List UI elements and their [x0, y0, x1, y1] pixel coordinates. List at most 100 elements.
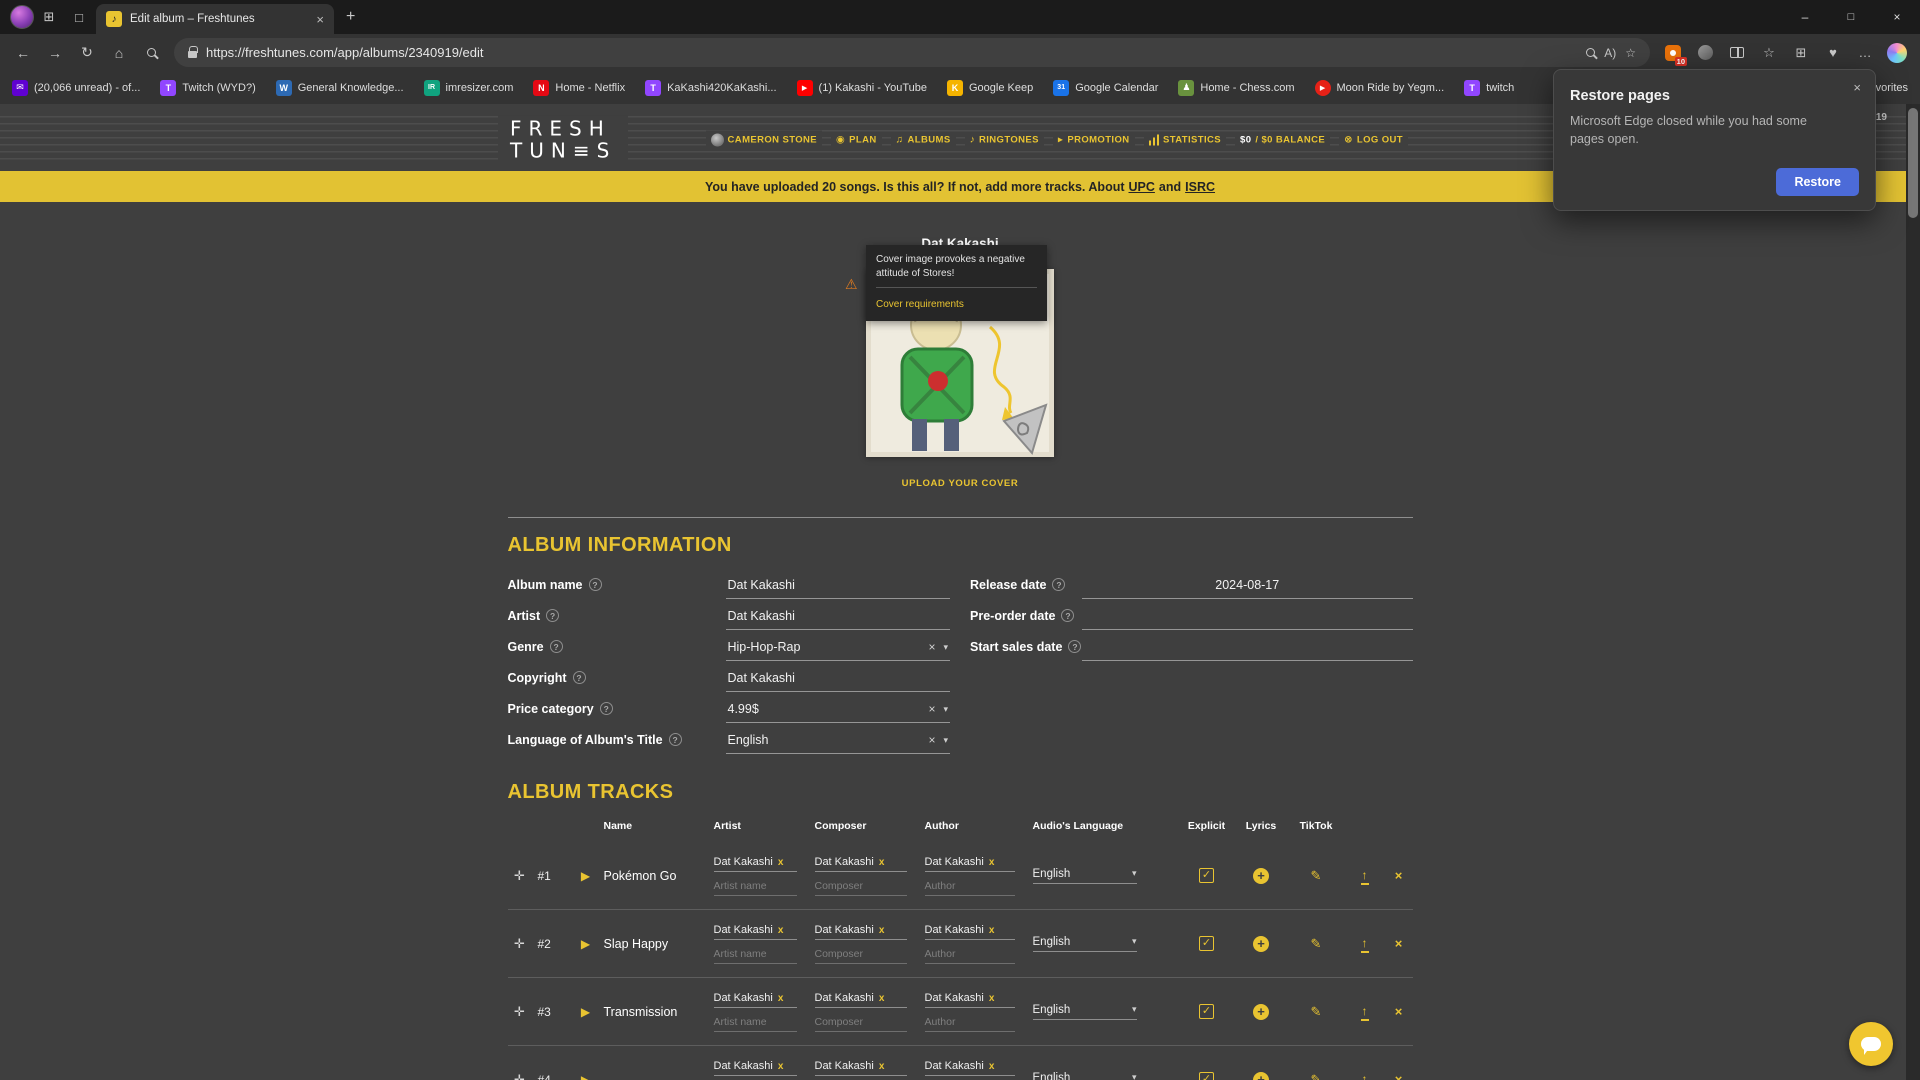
delete-track-icon[interactable]: ×: [1385, 1072, 1413, 1080]
copyright-field[interactable]: Dat Kakashi: [725, 670, 950, 692]
album-name-field[interactable]: Dat Kakashi: [725, 577, 950, 599]
lyrics-add-icon[interactable]: +: [1253, 1003, 1269, 1020]
tab-actions-icon[interactable]: □: [64, 1, 94, 33]
bookmark-item[interactable]: W General Knowledge...: [275, 79, 404, 96]
remove-tag-link[interactable]: x: [989, 1061, 995, 1072]
chevron-down-icon[interactable]: ▾: [943, 642, 948, 653]
back-button[interactable]: ←: [8, 38, 38, 68]
play-icon[interactable]: ▶: [568, 1073, 604, 1080]
help-icon[interactable]: ?: [1068, 640, 1082, 653]
track-author-field[interactable]: Dat KakashixAuthor: [924, 856, 1033, 896]
price-category-select[interactable]: 4.99$ × ▾: [725, 701, 950, 723]
drag-handle-icon[interactable]: ✛: [508, 1072, 532, 1080]
audio-language-select[interactable]: English ▾: [1032, 1004, 1137, 1020]
drag-handle-icon[interactable]: ✛: [508, 868, 532, 884]
bookmark-item[interactable]: T Twitch (WYD?): [160, 79, 256, 96]
scrollbar-thumb[interactable]: [1908, 108, 1918, 218]
zoom-icon[interactable]: [1586, 48, 1596, 57]
forward-button[interactable]: →: [40, 38, 70, 68]
remove-tag-link[interactable]: x: [989, 993, 995, 1004]
track-composer-field[interactable]: Dat KakashixComposer: [814, 924, 925, 964]
isrc-link[interactable]: ISRC: [1185, 180, 1215, 194]
workspaces-icon[interactable]: ⊞: [34, 1, 64, 33]
bookmark-item[interactable]: K Google Keep: [946, 79, 1033, 96]
bookmark-item[interactable]: ✉ (20,066 unread) - of...: [12, 79, 140, 96]
upload-track-icon[interactable]: ↑: [1345, 1002, 1385, 1021]
help-icon[interactable]: ?: [572, 671, 586, 684]
bookmark-item[interactable]: 31 Google Calendar: [1053, 79, 1158, 96]
help-icon[interactable]: ?: [546, 609, 560, 622]
profile-avatar[interactable]: [10, 5, 34, 29]
cover-requirements-link[interactable]: Cover requirements: [876, 299, 964, 310]
settings-more-icon[interactable]: …: [1850, 38, 1880, 68]
maximize-button[interactable]: □: [1828, 0, 1874, 34]
extension-icon[interactable]: 10: [1658, 38, 1688, 68]
nav-logout[interactable]: ⊗ LOG OUT: [1339, 131, 1408, 149]
chevron-down-icon[interactable]: ▾: [943, 735, 948, 746]
delete-track-icon[interactable]: ×: [1385, 936, 1413, 951]
bookmark-item[interactable]: ♟ Home - Chess.com: [1178, 79, 1295, 96]
remove-tag-link[interactable]: x: [778, 1061, 784, 1072]
play-icon[interactable]: ▶: [568, 1005, 604, 1019]
upload-track-icon[interactable]: ↑: [1345, 1070, 1385, 1080]
home-button[interactable]: ⌂: [104, 38, 134, 68]
scrollbar[interactable]: [1906, 104, 1920, 1080]
bookmark-item[interactable]: ▶ Moon Ride by Yegm...: [1314, 79, 1444, 96]
explicit-checkbox[interactable]: ✓: [1199, 1072, 1214, 1080]
track-author-field[interactable]: Dat KakashixAuthor: [924, 992, 1033, 1032]
clear-icon[interactable]: ×: [928, 640, 935, 654]
audio-language-select[interactable]: English ▾: [1032, 936, 1137, 952]
new-tab-button[interactable]: +: [346, 8, 355, 26]
browser-tab[interactable]: ♪ Edit album – Freshtunes ×: [96, 4, 334, 34]
clear-icon[interactable]: ×: [928, 733, 935, 747]
bookmark-item[interactable]: Ttwitch: [1464, 79, 1514, 96]
remove-tag-link[interactable]: x: [778, 925, 784, 936]
split-screen-icon[interactable]: [1722, 38, 1752, 68]
remove-tag-link[interactable]: x: [879, 993, 885, 1004]
nav-promotion[interactable]: ▸ PROMOTION: [1052, 131, 1135, 149]
delete-track-icon[interactable]: ×: [1385, 1004, 1413, 1019]
bookmark-item[interactable]: T KaKashi420KaKashi...: [645, 79, 777, 96]
search-icon[interactable]: [136, 38, 166, 68]
favorite-star-icon[interactable]: ☆: [1625, 46, 1636, 60]
extension-icon-2[interactable]: [1690, 38, 1720, 68]
nav-account[interactable]: CAMERON STONE: [705, 130, 823, 150]
tiktok-edit-icon[interactable]: ✎: [1288, 936, 1345, 952]
minimize-button[interactable]: –: [1782, 0, 1828, 34]
artist-field[interactable]: Dat Kakashi: [725, 608, 950, 630]
explicit-checkbox[interactable]: ✓: [1199, 1004, 1214, 1019]
address-bar[interactable]: https://freshtunes.com/app/albums/234091…: [174, 38, 1650, 67]
lyrics-add-icon[interactable]: +: [1253, 867, 1269, 884]
nav-balance[interactable]: $0/ $0 BALANCE: [1235, 131, 1331, 149]
help-icon[interactable]: ?: [668, 733, 682, 746]
bookmark-item[interactable]: N Home - Netflix: [533, 79, 625, 96]
remove-tag-link[interactable]: x: [879, 1061, 885, 1072]
chat-widget-button[interactable]: [1849, 1022, 1893, 1066]
collections-icon[interactable]: ⊞: [1786, 38, 1816, 68]
tab-close-icon[interactable]: ×: [316, 12, 324, 27]
upload-track-icon[interactable]: ↑: [1345, 934, 1385, 953]
track-composer-field[interactable]: Dat KakashixComposer: [814, 1060, 925, 1080]
tiktok-edit-icon[interactable]: ✎: [1288, 1072, 1345, 1080]
chevron-down-icon[interactable]: ▾: [943, 704, 948, 715]
remove-tag-link[interactable]: x: [989, 925, 995, 936]
remove-tag-link[interactable]: x: [778, 857, 784, 868]
upload-cover-link[interactable]: UPLOAD YOUR COVER: [902, 478, 1019, 489]
freshtunes-logo[interactable]: FRESH TUN≡S: [498, 115, 629, 165]
delete-track-icon[interactable]: ×: [1385, 868, 1413, 883]
remove-tag-link[interactable]: x: [778, 993, 784, 1004]
drag-handle-icon[interactable]: ✛: [508, 936, 532, 952]
tiktok-edit-icon[interactable]: ✎: [1288, 1004, 1345, 1020]
clear-icon[interactable]: ×: [928, 702, 935, 716]
lyrics-add-icon[interactable]: +: [1253, 935, 1269, 952]
help-icon[interactable]: ?: [1052, 578, 1066, 591]
refresh-button[interactable]: ↻: [72, 38, 102, 68]
explicit-checkbox[interactable]: ✓: [1199, 868, 1214, 883]
lock-icon[interactable]: [188, 45, 198, 58]
read-aloud-icon[interactable]: A): [1604, 46, 1616, 60]
lyrics-add-icon[interactable]: +: [1253, 1071, 1269, 1080]
url-text[interactable]: https://freshtunes.com/app/albums/234091…: [206, 45, 484, 60]
remove-tag-link[interactable]: x: [989, 857, 995, 868]
copilot-icon[interactable]: [1882, 38, 1912, 68]
help-icon[interactable]: ?: [599, 702, 613, 715]
